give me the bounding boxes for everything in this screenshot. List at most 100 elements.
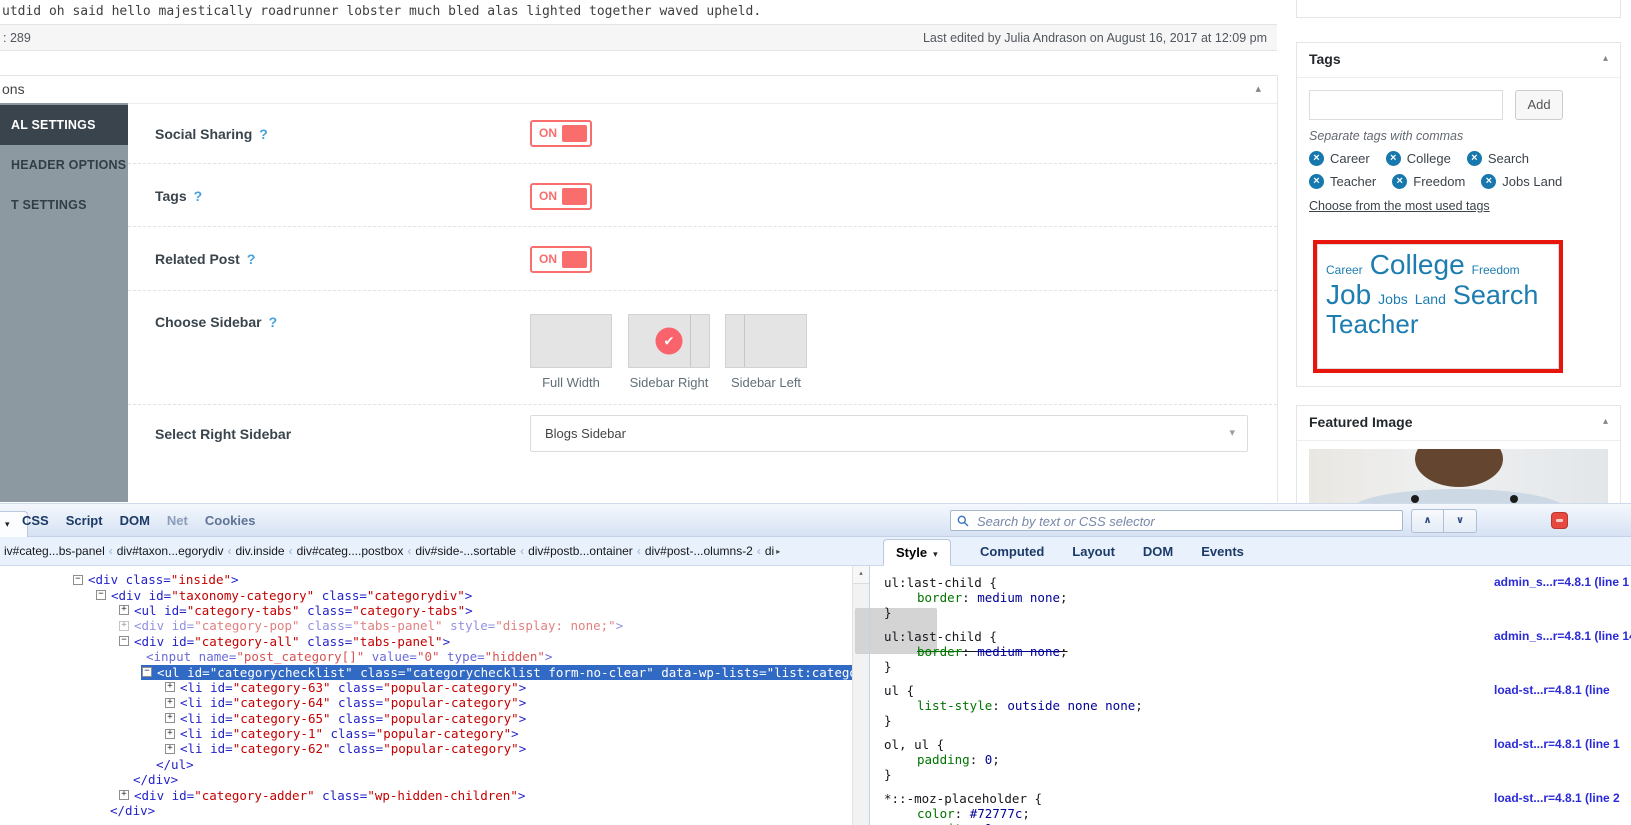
tag-cloud-item[interactable]: Career: [1326, 264, 1363, 277]
tag-cloud-item[interactable]: College: [1370, 249, 1465, 280]
tab-events[interactable]: Events: [1201, 544, 1244, 559]
css-selector[interactable]: *::-moz-placeholder {: [884, 791, 1042, 806]
tree-node[interactable]: </div>: [0, 803, 852, 818]
expander-icon[interactable]: −: [142, 667, 152, 678]
layout-option-full-width[interactable]: [530, 314, 612, 368]
featured-image-thumbnail[interactable]: [1309, 449, 1608, 511]
remove-tag-icon[interactable]: ×: [1392, 174, 1408, 189]
css-declaration[interactable]: border: medium none;: [884, 644, 1631, 659]
tags-metabox-header[interactable]: Tags ▴: [1297, 43, 1620, 78]
expander-icon[interactable]: +: [119, 620, 129, 631]
firebug-tab-css[interactable]: CSS: [22, 513, 49, 528]
tree-node[interactable]: + <ul id="category-tabs" class="category-…: [0, 603, 852, 618]
tree-node[interactable]: + <li id="category-63" class="popular-cat…: [0, 680, 852, 695]
expander-icon[interactable]: +: [119, 605, 129, 616]
breadcrumb-item[interactable]: div#taxon...egorydiv: [117, 544, 224, 558]
tag-cloud-item[interactable]: Land: [1415, 292, 1446, 307]
css-declaration[interactable]: color: #72777c;: [884, 806, 1631, 821]
breadcrumb-item[interactable]: div#side-...sortable: [415, 544, 516, 558]
tree-node[interactable]: + <li id="category-62" class="popular-cat…: [0, 741, 852, 756]
css-selector[interactable]: ul {: [884, 683, 914, 698]
social-sharing-toggle[interactable]: ON: [530, 120, 592, 147]
tree-node[interactable]: </div>: [0, 772, 852, 787]
css-declaration[interactable]: padding: 0;: [884, 752, 1631, 767]
search-next-button[interactable]: ∨: [1444, 509, 1477, 533]
breadcrumb-item[interactable]: div#post-...olumns-2: [645, 544, 753, 558]
remove-tag-icon[interactable]: ×: [1385, 151, 1401, 166]
tree-node[interactable]: − <div id="taxonomy-category" class="cate…: [0, 587, 852, 603]
related-post-toggle[interactable]: ON: [530, 246, 592, 273]
firebug-off-button[interactable]: [1551, 512, 1568, 529]
settings-tab-header-options[interactable]: HEADER OPTIONS: [0, 145, 128, 185]
css-selector[interactable]: ol, ul {: [884, 737, 944, 752]
firebug-search-box[interactable]: [950, 510, 1403, 532]
expander-icon[interactable]: −: [119, 636, 129, 647]
tree-node[interactable]: + <div id="category-pop" class="tabs-pane…: [0, 618, 852, 633]
breadcrumb-item[interactable]: div#postb...ontainer: [528, 544, 633, 558]
tree-node[interactable]: − <div class="inside">: [0, 572, 852, 587]
search-input[interactable]: [975, 511, 1389, 532]
tree-node[interactable]: <input name="post_category[]" value="0" …: [0, 649, 852, 664]
search-prev-button[interactable]: ∧: [1411, 509, 1444, 533]
help-icon[interactable]: ?: [259, 126, 268, 142]
remove-tag-icon[interactable]: ×: [1481, 174, 1497, 189]
remove-tag-icon[interactable]: ×: [1466, 151, 1482, 166]
remove-tag-icon[interactable]: ×: [1309, 174, 1324, 189]
editor-content-text[interactable]: utdid oh said hello majestically roadrun…: [0, 0, 1277, 24]
expander-icon[interactable]: −: [73, 574, 83, 585]
tree-node[interactable]: + <div id="category-adder" class="wp-hidd…: [0, 787, 852, 803]
tree-node[interactable]: </ul>: [0, 757, 852, 772]
tab-style[interactable]: Style ▾: [883, 539, 951, 566]
style-source-link[interactable]: admin_s...r=4.8.1 (line 1: [1494, 575, 1629, 590]
tag-cloud-item[interactable]: Job: [1326, 279, 1371, 310]
expander-icon[interactable]: +: [165, 697, 175, 708]
breadcrumb-item[interactable]: div#categ....postbox: [297, 544, 404, 558]
expander-icon[interactable]: +: [119, 790, 129, 801]
style-source-link[interactable]: load-st...r=4.8.1 (line 1: [1494, 737, 1620, 752]
tree-node[interactable]: + <li id="category-1" class="popular-cate…: [0, 726, 852, 741]
expander-icon[interactable]: −: [96, 590, 106, 601]
style-source-link[interactable]: load-st...r=4.8.1 (line 2: [1494, 791, 1620, 806]
collapse-toggle-icon[interactable]: ▴: [1603, 416, 1608, 427]
breadcrumb-item[interactable]: iv#categ...bs-panel: [4, 544, 105, 558]
collapse-toggle-icon[interactable]: ▴: [1603, 53, 1608, 64]
settings-tab-t-settings[interactable]: T SETTINGS: [0, 185, 128, 225]
tags-toggle[interactable]: ON: [530, 183, 592, 210]
firebug-tab-cookies[interactable]: Cookies: [205, 513, 256, 528]
collapse-toggle-icon[interactable]: ▴: [1255, 82, 1261, 95]
css-declaration[interactable]: opacity: 1;: [884, 821, 1631, 825]
tree-node[interactable]: − <ul id="categorychecklist" class="categ…: [0, 664, 852, 680]
expander-icon[interactable]: +: [165, 728, 175, 739]
tab-layout[interactable]: Layout: [1072, 544, 1115, 559]
expander-icon[interactable]: +: [165, 713, 175, 724]
style-source-link[interactable]: admin_s...r=4.8.1 (line 14: [1494, 629, 1631, 644]
tab-computed[interactable]: Computed: [980, 544, 1044, 559]
expander-icon[interactable]: +: [165, 682, 175, 693]
settings-tab-al-settings[interactable]: AL SETTINGS: [0, 105, 128, 145]
css-declaration[interactable]: border: medium none;: [884, 590, 1631, 605]
layout-option-sidebar-left[interactable]: [725, 314, 807, 368]
remove-tag-icon[interactable]: ×: [1309, 151, 1324, 166]
help-icon[interactable]: ?: [269, 314, 278, 330]
breadcrumb-item[interactable]: di: [765, 544, 774, 558]
featured-image-header[interactable]: Featured Image ▴: [1297, 406, 1620, 441]
tag-cloud-item[interactable]: Freedom: [1472, 264, 1520, 277]
tab-dom[interactable]: DOM: [1143, 544, 1173, 559]
firebug-tab-net[interactable]: Net: [167, 513, 188, 528]
css-selector[interactable]: ul:last-child {: [884, 629, 997, 644]
firebug-tab-dom[interactable]: DOM: [120, 513, 150, 528]
help-icon[interactable]: ?: [247, 251, 256, 267]
new-tag-input[interactable]: [1309, 90, 1503, 120]
tag-cloud-item[interactable]: Jobs: [1378, 292, 1408, 307]
css-selector[interactable]: ul:last-child {: [884, 575, 997, 590]
add-tag-button[interactable]: Add: [1515, 90, 1563, 120]
scroll-up-icon[interactable]: ▴: [853, 566, 869, 584]
tree-scrollbar[interactable]: ▴: [852, 566, 937, 825]
tag-cloud-item[interactable]: Teacher: [1326, 310, 1419, 338]
help-icon[interactable]: ?: [194, 188, 203, 204]
tree-node[interactable]: + <li id="category-64" class="popular-cat…: [0, 695, 852, 710]
expander-icon[interactable]: +: [165, 743, 175, 754]
css-declaration[interactable]: list-style: outside none none;: [884, 698, 1631, 713]
breadcrumb-item[interactable]: div.inside: [235, 544, 284, 558]
layout-option-sidebar-right[interactable]: ✔: [628, 314, 710, 368]
